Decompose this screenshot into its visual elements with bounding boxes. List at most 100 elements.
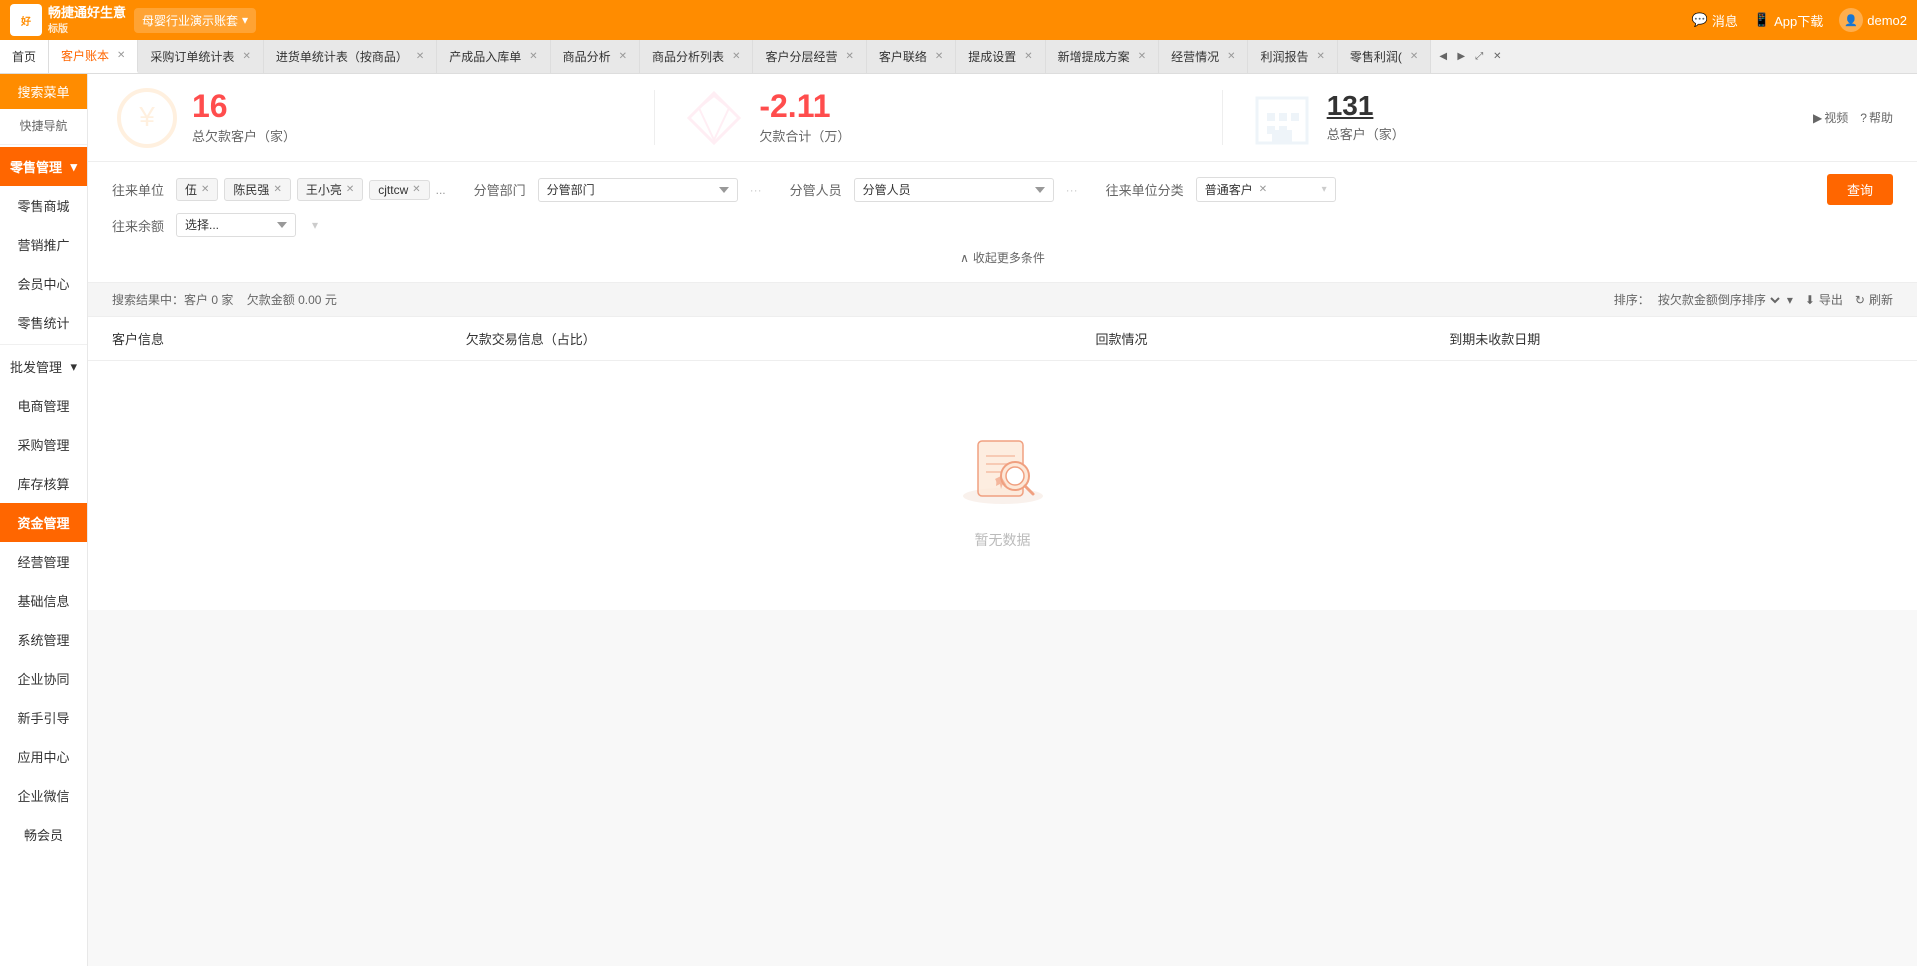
filter-person-select[interactable]: 分管人员 [854, 178, 1054, 202]
stats-bar: ¥ 16 总欠款客户（家） -2.11 欠款合计（万） [88, 74, 1917, 162]
header-left: 好 畅捷通好生意 标版 母婴行业演示账套 ▾ [10, 4, 256, 36]
tab-close-product-analysis-list[interactable]: ✕ [732, 51, 740, 62]
tab-bar: 首页 客户账本 ✕ 采购订单统计表 ✕ 进货单统计表（按商品） ✕ 产成品入库单… [0, 40, 1917, 74]
tab-profit-report[interactable]: 利润报告 ✕ [1248, 40, 1337, 73]
tab-close-new-raise-plan[interactable]: ✕ [1138, 51, 1146, 62]
filter-dept-dots[interactable]: ··· [750, 183, 762, 197]
sidebar-item-wholesale-mgmt[interactable]: 批发管理 ▾ [0, 347, 87, 386]
col-customer-info: 客户信息 [88, 317, 442, 361]
tab-close-customer-contact[interactable]: ✕ [935, 51, 943, 62]
filter-query-btn[interactable]: 查询 [1827, 174, 1893, 205]
tab-close-customer-layer[interactable]: ✕ [845, 51, 853, 62]
tab-expand-btn[interactable]: ⤢ [1471, 49, 1487, 65]
sidebar-item-basic-info[interactable]: 基础信息 [0, 581, 87, 620]
message-btn[interactable]: 💬 消息 [1692, 11, 1738, 30]
tab-close-product-analysis[interactable]: ✕ [619, 51, 627, 62]
tab-close-customer-account[interactable]: ✕ [117, 50, 125, 61]
filter-person-dots[interactable]: ··· [1066, 183, 1078, 197]
tab-next-btn[interactable]: ▶ [1453, 49, 1469, 65]
sidebar-item-retail-mall[interactable]: 零售商城 [0, 186, 87, 225]
user-avatar[interactable]: 👤 demo2 [1839, 8, 1907, 32]
results-export-btn[interactable]: ⬇ 导出 [1805, 291, 1843, 308]
tab-customer-account[interactable]: 客户账本 ✕ [49, 40, 138, 73]
filter-customer-tag-close[interactable]: ✕ [1259, 184, 1267, 195]
sidebar-item-system-mgmt[interactable]: 系统管理 [0, 620, 87, 659]
sidebar-item-enterprise-wechat[interactable]: 企业微信 [0, 776, 87, 815]
sidebar-item-new-guide[interactable]: 新手引导 [0, 698, 87, 737]
filter-collapse-btn[interactable]: ∧ 收起更多条件 [112, 245, 1893, 270]
filter-more-dots[interactable]: ... [436, 183, 446, 197]
col-debt-info: 欠款交易信息（占比） [442, 317, 1072, 361]
tab-close-purchase-stats[interactable]: ✕ [416, 51, 424, 62]
filter-dept-select[interactable]: 分管部门 [538, 178, 738, 202]
tab-raise-settings[interactable]: 提成设置 ✕ [956, 40, 1045, 73]
content-area: ¥ 16 总欠款客户（家） -2.11 欠款合计（万） [88, 74, 1917, 966]
tab-customer-contact[interactable]: 客户联络 ✕ [867, 40, 956, 73]
filter-tag-close-1[interactable]: ✕ [201, 184, 209, 195]
sidebar-search[interactable]: 搜索菜单 [0, 74, 87, 109]
tab-prev-btn[interactable]: ◀ [1435, 49, 1451, 65]
tab-product-analysis[interactable]: 商品分析 ✕ [551, 40, 640, 73]
filter-tags: 伍 ✕ 陈民强 ✕ 王小亮 ✕ cjttcw ✕ ... [176, 178, 446, 201]
filter-tag-close-3[interactable]: ✕ [346, 184, 354, 195]
tab-customer-layer[interactable]: 客户分层经营 ✕ [753, 40, 866, 73]
sidebar-item-finance-mgmt[interactable]: 资金管理 [0, 503, 87, 542]
col-collection-status: 回款情况 [1071, 317, 1425, 361]
empty-text: 暂无数据 [975, 530, 1031, 550]
tab-new-raise-plan[interactable]: 新增提成方案 ✕ [1046, 40, 1159, 73]
tab-close-profit-report[interactable]: ✕ [1317, 51, 1325, 62]
tab-close-retail-profit[interactable]: ✕ [1410, 51, 1418, 62]
tab-close-purchase-order[interactable]: ✕ [242, 51, 250, 62]
sidebar-quick-nav[interactable]: 快捷导航 [0, 109, 87, 142]
sidebar-item-ecommerce-mgmt[interactable]: 电商管理 [0, 386, 87, 425]
sidebar-item-operation-mgmt[interactable]: 经营管理 [0, 542, 87, 581]
tab-product-inbound[interactable]: 产成品入库单 ✕ [437, 40, 550, 73]
tab-home[interactable]: 首页 [0, 40, 49, 73]
empty-state: 暂无数据 [88, 361, 1917, 610]
filter-unit-category-label: 往来单位分类 [1106, 180, 1184, 199]
help-btn[interactable]: ? 帮助 [1860, 109, 1893, 126]
stats-help: ▶ 视频 ? 帮助 [1813, 109, 1893, 126]
tab-purchase-order[interactable]: 采购订单统计表 ✕ [138, 40, 263, 73]
sidebar-item-vip-member[interactable]: 畅会员 [0, 815, 87, 854]
sidebar: 搜索菜单 快捷导航 零售管理 ▾ 零售商城 营销推广 会员中心 零售统计 批发管… [0, 74, 88, 966]
tab-close-all-btn[interactable]: ✕ [1489, 49, 1505, 65]
filter-customer-category-arrow[interactable]: ▾ [1322, 184, 1327, 195]
col-overdue-date: 到期未收款日期 [1425, 317, 1917, 361]
filter-balance-arrow[interactable]: ▾ [312, 218, 318, 232]
tab-retail-profit[interactable]: 零售利润( ✕ [1338, 40, 1431, 73]
tab-close-operation-status[interactable]: ✕ [1227, 51, 1235, 62]
sidebar-item-app-center[interactable]: 应用中心 [0, 737, 87, 776]
sidebar-item-marketing[interactable]: 营销推广 [0, 225, 87, 264]
sidebar-item-member-center[interactable]: 会员中心 [0, 264, 87, 303]
filter-tag-4: cjttcw ✕ [369, 180, 429, 200]
logo-area: 好 畅捷通好生意 标版 [10, 4, 126, 36]
tab-close-product-inbound[interactable]: ✕ [529, 51, 537, 62]
tab-product-analysis-list[interactable]: 商品分析列表 ✕ [640, 40, 753, 73]
stat-value-total-debt-customers: 16 [192, 90, 296, 122]
filter-dept-label: 分管部门 [474, 180, 526, 199]
app-download-btn[interactable]: 📱 App下载 [1754, 11, 1823, 30]
header-right: 💬 消息 📱 App下载 👤 demo2 [1692, 8, 1907, 32]
tab-purchase-stats[interactable]: 进货单统计表（按商品） ✕ [264, 40, 437, 73]
sidebar-item-retail-stats[interactable]: 零售统计 [0, 303, 87, 342]
filter-tag-close-2[interactable]: ✕ [273, 184, 281, 195]
stat-total-debt-customers: ¥ 16 总欠款客户（家） [112, 90, 655, 145]
tab-operation-status[interactable]: 经营情况 ✕ [1159, 40, 1248, 73]
diamond-icon [679, 83, 749, 153]
demo-selector[interactable]: 母婴行业演示账套 ▾ [134, 8, 256, 33]
stat-label-total-debt: 欠款合计（万） [759, 126, 850, 145]
sidebar-item-enterprise-collab[interactable]: 企业协同 [0, 659, 87, 698]
stat-total-debt-amount: -2.11 欠款合计（万） [679, 90, 1222, 145]
sidebar-item-retail-mgmt[interactable]: 零售管理 ▾ [0, 147, 87, 186]
sidebar-item-inventory-check[interactable]: 库存核算 [0, 464, 87, 503]
filter-balance-select[interactable]: 选择... [176, 213, 296, 237]
sidebar-item-purchase-mgmt[interactable]: 采购管理 [0, 425, 87, 464]
results-sort-select[interactable]: 按欠款金额倒序排序 [1654, 292, 1783, 308]
results-refresh-btn[interactable]: ↻ 刷新 [1855, 291, 1893, 308]
tab-close-raise-settings[interactable]: ✕ [1024, 51, 1032, 62]
video-btn[interactable]: ▶ 视频 [1813, 109, 1848, 126]
filter-row-2: 往来余额 选择... ▾ [112, 213, 1893, 237]
filter-tag-close-4[interactable]: ✕ [412, 184, 420, 195]
sidebar-divider-1 [0, 144, 87, 145]
